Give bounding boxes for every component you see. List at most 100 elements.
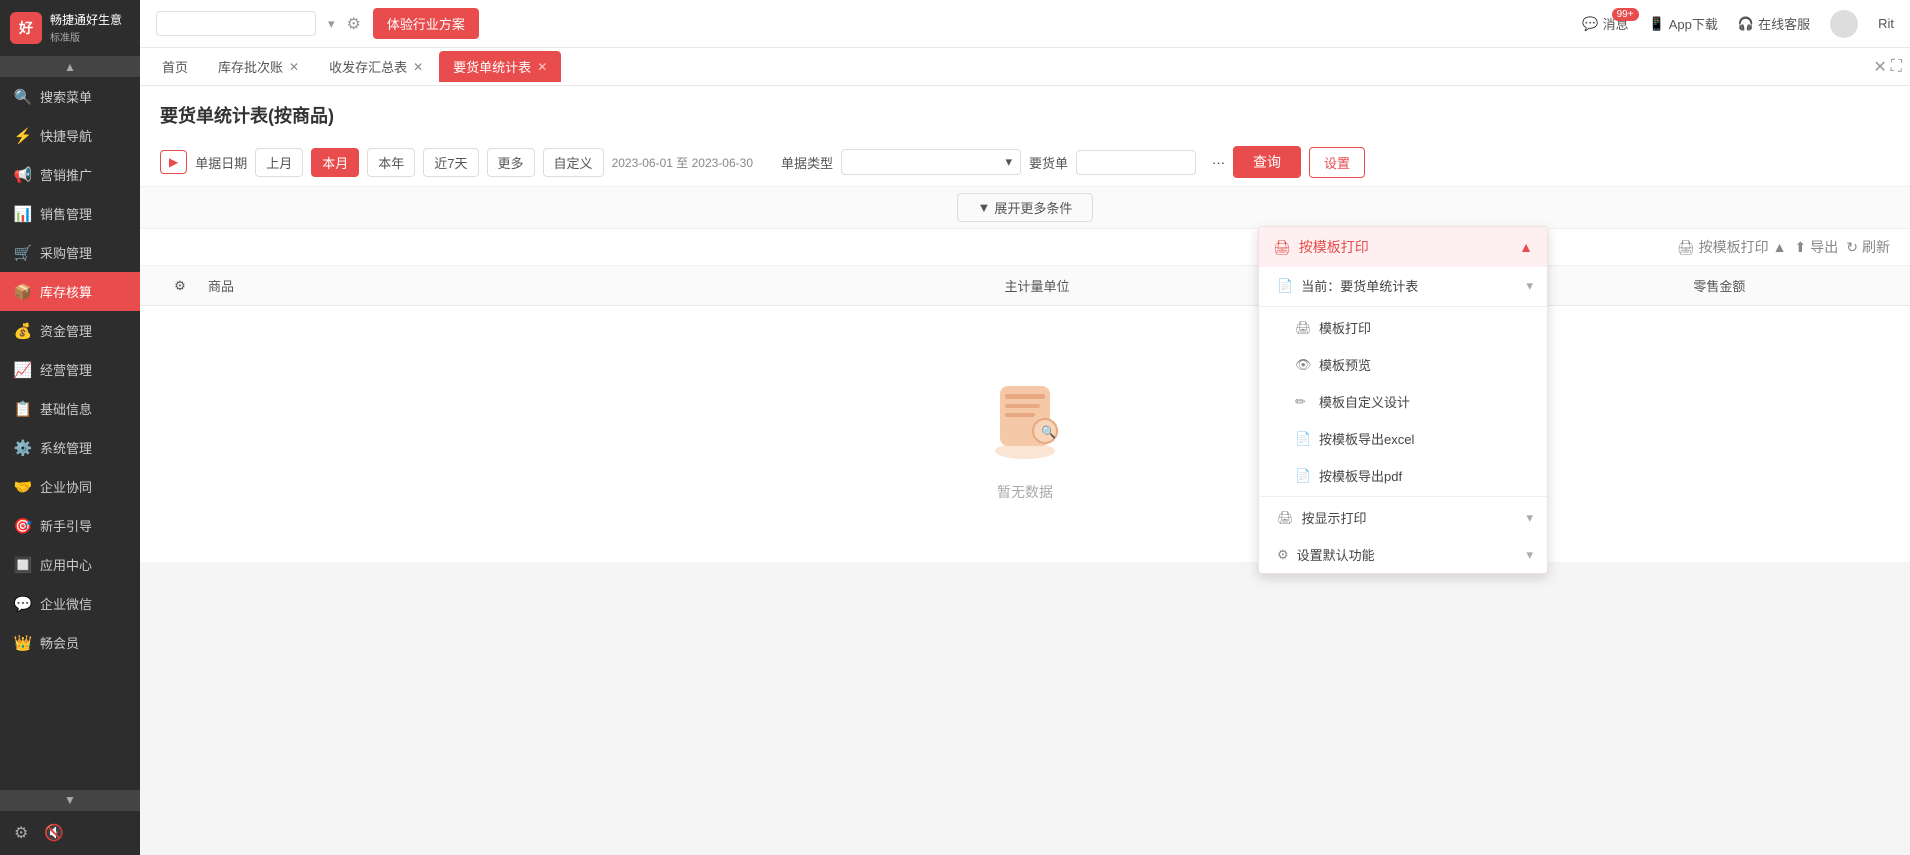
sidebar-item-app-center[interactable]: 🔲 应用中心 bbox=[0, 545, 140, 584]
filter-date-7days[interactable]: 近7天 bbox=[423, 148, 478, 177]
refresh-button[interactable]: ↻ 刷新 bbox=[1846, 237, 1890, 257]
type-filter-select[interactable]: ▾ bbox=[841, 149, 1021, 175]
topbar: ▾ ⚙ 体验行业方案 💬 消息 99+ 📱 App下载 🎧 在线客服 Rit bbox=[140, 0, 1910, 48]
tab-receipt-summary[interactable]: 收发存汇总表 ✕ bbox=[315, 51, 437, 82]
marketing-icon: 📢 bbox=[14, 166, 32, 184]
tab-maximize-btn[interactable]: ⛶ bbox=[1891, 58, 1902, 76]
empty-state: 🔍 暂无数据 bbox=[140, 306, 1910, 562]
filter-date-this-year[interactable]: 本年 bbox=[367, 148, 415, 177]
expand-conditions-button[interactable]: ▼ 展开更多条件 bbox=[957, 193, 1094, 222]
sidebar-item-member[interactable]: 👑 畅会员 bbox=[0, 623, 140, 662]
topbar-gear-icon[interactable]: ⚙ bbox=[347, 14, 361, 34]
sidebar-item-inventory[interactable]: 📦 库存核算 bbox=[0, 272, 140, 311]
system-icon: ⚙️ bbox=[14, 439, 32, 457]
settings-button[interactable]: 设置 bbox=[1309, 147, 1365, 178]
sidebar-item-sales[interactable]: 📊 销售管理 bbox=[0, 194, 140, 233]
more-options-icon[interactable]: ··· bbox=[1212, 155, 1225, 170]
template-design-label: 模板自定义设计 bbox=[1319, 392, 1410, 411]
display-print-left: 🖨 按显示打印 bbox=[1277, 508, 1367, 527]
filter-date-more[interactable]: 更多 bbox=[487, 148, 535, 177]
set-default-item[interactable]: ⚙ 设置默认功能 ▾ bbox=[1259, 536, 1547, 573]
filter-expand-toggle[interactable]: ▶ bbox=[160, 150, 187, 174]
empty-text: 暂无数据 bbox=[997, 482, 1053, 502]
topbar-chevron-icon[interactable]: ▾ bbox=[328, 16, 335, 32]
sidebar-item-quick-nav[interactable]: ⚡ 快捷导航 bbox=[0, 116, 140, 155]
app-center-icon: 🔲 bbox=[14, 556, 32, 574]
finance-icon: 💰 bbox=[14, 322, 32, 340]
sidebar-item-purchase[interactable]: 🛒 采购管理 bbox=[0, 233, 140, 272]
table-col-settings[interactable]: ⚙ bbox=[160, 268, 200, 304]
query-button[interactable]: 查询 bbox=[1233, 146, 1301, 178]
print-dropdown-collapse-icon[interactable]: ▲ bbox=[1519, 239, 1533, 255]
enterprise-icon: 🤝 bbox=[14, 478, 32, 496]
sidebar-item-marketing[interactable]: 📢 营销推广 bbox=[0, 155, 140, 194]
app-download-button[interactable]: 📱 App下载 bbox=[1649, 14, 1718, 33]
tab-requisition-stats-close[interactable]: ✕ bbox=[537, 60, 547, 74]
filter-date-custom[interactable]: 自定义 bbox=[543, 148, 604, 177]
export-button[interactable]: ⬆ 导出 bbox=[1795, 237, 1839, 257]
sidebar-item-system[interactable]: ⚙️ 系统管理 bbox=[0, 428, 140, 467]
sidebar-basic-label: 基础信息 bbox=[40, 399, 92, 418]
experience-button[interactable]: 体验行业方案 bbox=[373, 8, 479, 39]
sidebar-item-basic[interactable]: 📋 基础信息 bbox=[0, 389, 140, 428]
expand-conditions-row: ▼ 展开更多条件 bbox=[140, 187, 1910, 229]
sales-icon: 📊 bbox=[14, 205, 32, 223]
topbar-search-input[interactable] bbox=[156, 11, 316, 36]
app-download-icon: 📱 bbox=[1649, 16, 1665, 32]
goods-filter-input[interactable] bbox=[1076, 150, 1196, 175]
sidebar-item-newbie[interactable]: 🎯 新手引导 bbox=[0, 506, 140, 545]
filter-bar: ▶ 单据日期 上月 本月 本年 近7天 更多 自定义 2023-06-01 至 … bbox=[140, 138, 1910, 187]
sidebar-quick-nav-label: 快捷导航 bbox=[40, 126, 92, 145]
settings-bottom-icon[interactable]: ⚙ bbox=[14, 823, 28, 843]
set-default-label: 设置默认功能 bbox=[1297, 545, 1375, 564]
template-preview-item[interactable]: 👁 模板预览 bbox=[1259, 346, 1547, 383]
refresh-label: 刷新 bbox=[1862, 237, 1890, 257]
tab-inventory-batch-close[interactable]: ✕ bbox=[289, 60, 299, 74]
sidebar-item-wx[interactable]: 💬 企业微信 bbox=[0, 584, 140, 623]
col-settings-icon: ⚙ bbox=[174, 278, 186, 293]
print-template-label: 按模板打印 bbox=[1699, 237, 1769, 257]
template-excel-item[interactable]: 📄 按模板导出excel bbox=[1259, 420, 1547, 457]
basic-icon: 📋 bbox=[14, 400, 32, 418]
print-template-button[interactable]: 🖨 按模板打印 ▲ bbox=[1677, 237, 1787, 257]
display-print-item[interactable]: 🖨 按显示打印 ▾ bbox=[1259, 499, 1547, 536]
purchase-icon: 🛒 bbox=[14, 244, 32, 262]
sidebar-app-center-label: 应用中心 bbox=[40, 555, 92, 574]
sidebar-item-operation[interactable]: 📈 经营管理 bbox=[0, 350, 140, 389]
print-current-template[interactable]: 📄 当前：要货单统计表 ▾ bbox=[1259, 267, 1547, 304]
mute-bottom-icon[interactable]: 🔇 bbox=[44, 823, 64, 843]
template-design-item[interactable]: ✏ 模板自定义设计 bbox=[1259, 383, 1547, 420]
template-print-label: 模板打印 bbox=[1319, 318, 1371, 337]
filter-date-last-month[interactable]: 上月 bbox=[255, 148, 303, 177]
tab-receipt-summary-close[interactable]: ✕ bbox=[413, 60, 423, 74]
search-nav-icon: 🔍 bbox=[14, 88, 32, 106]
tab-requisition-stats[interactable]: 要货单统计表 ✕ bbox=[439, 51, 561, 82]
template-print-item[interactable]: 🖨 模板打印 bbox=[1259, 309, 1547, 346]
sidebar-sales-label: 销售管理 bbox=[40, 204, 92, 223]
print-current-left: 📄 当前：要货单统计表 bbox=[1277, 276, 1418, 295]
sidebar-wx-label: 企业微信 bbox=[40, 594, 92, 613]
expand-down-icon: ▼ bbox=[978, 200, 991, 215]
dropdown-divider-2 bbox=[1259, 496, 1547, 497]
tab-minimize-btn[interactable]: ✕ bbox=[1873, 57, 1886, 77]
template-pdf-item[interactable]: 📄 按模板导出pdf bbox=[1259, 457, 1547, 494]
sidebar-item-finance[interactable]: 💰 资金管理 bbox=[0, 311, 140, 350]
sidebar-purchase-label: 采购管理 bbox=[40, 243, 92, 262]
print-dropdown-header[interactable]: 🖨 按模板打印 ▲ bbox=[1259, 227, 1547, 267]
tab-inventory-batch[interactable]: 库存批次账 ✕ bbox=[204, 51, 313, 82]
sidebar-scroll-up[interactable]: ▲ bbox=[0, 57, 140, 77]
filter-date-this-month[interactable]: 本月 bbox=[311, 148, 359, 177]
tab-home[interactable]: 首页 bbox=[148, 51, 202, 82]
date-range-display: 2023-06-01 至 2023-06-30 bbox=[612, 154, 753, 171]
user-avatar[interactable] bbox=[1830, 10, 1858, 38]
sidebar-item-search[interactable]: 🔍 搜索菜单 bbox=[0, 77, 140, 116]
sidebar-item-enterprise[interactable]: 🤝 企业协同 bbox=[0, 467, 140, 506]
sidebar-scroll-down[interactable]: ▼ bbox=[0, 790, 140, 810]
date-filter-label: 单据日期 bbox=[195, 153, 247, 172]
table-col-goods: 商品 bbox=[200, 266, 866, 305]
print-dropdown-title: 按模板打印 bbox=[1299, 237, 1369, 257]
message-button[interactable]: 💬 消息 99+ bbox=[1582, 14, 1628, 33]
empty-icon: 🔍 bbox=[975, 366, 1075, 466]
online-service-button[interactable]: 🎧 在线客服 bbox=[1738, 14, 1810, 33]
member-icon: 👑 bbox=[14, 634, 32, 652]
